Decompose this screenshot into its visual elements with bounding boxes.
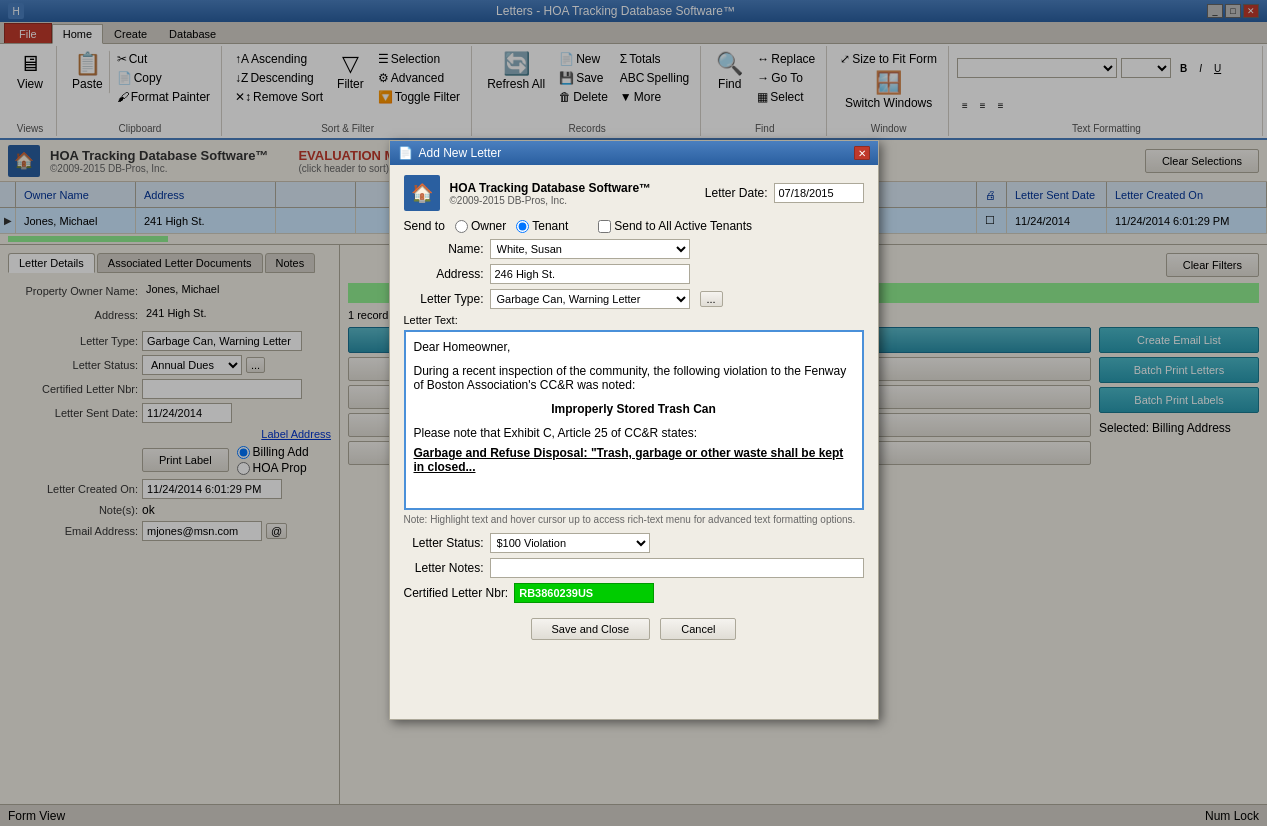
dialog-letter-status-select[interactable]: $100 Violation [490, 533, 650, 553]
letter-body2: Please note that Exhibit C, Article 25 o… [414, 426, 854, 440]
dialog-letter-notes-row: Letter Notes: [404, 558, 864, 578]
tenant-radio[interactable] [516, 220, 529, 233]
dialog-letter-notes-input[interactable] [490, 558, 864, 578]
letter-date-label: Letter Date: [705, 186, 768, 200]
letter-date-input[interactable] [774, 183, 864, 203]
dialog-name-row: Name: White, Susan [404, 239, 864, 259]
dialog-app-title: HOA Tracking Database Software™ [450, 181, 652, 195]
letter-violation: Improperly Stored Trash Can [414, 402, 854, 416]
owner-radio[interactable] [455, 220, 468, 233]
dialog-certified-row: Certified Letter Nbr: [404, 583, 864, 603]
letter-text-area[interactable]: Dear Homeowner, During a recent inspecti… [404, 330, 864, 510]
dialog-body: 🏠 HOA Tracking Database Software™ ©2009-… [390, 165, 878, 656]
dialog-app-header: 🏠 HOA Tracking Database Software™ ©2009-… [404, 175, 864, 211]
dialog-title-bar: 📄 Add New Letter ✕ [390, 141, 878, 165]
add-new-letter-dialog: 📄 Add New Letter ✕ 🏠 HOA Tracking Databa… [389, 140, 879, 720]
letter-text-hint: Note: Highlight text and hover cursor up… [404, 514, 864, 525]
dialog-close-btn[interactable]: ✕ [854, 146, 870, 160]
letter-salutation: Dear Homeowner, [414, 340, 854, 354]
dialog-letter-status-row: Letter Status: $100 Violation [404, 533, 864, 553]
dialog-overlay: 📄 Add New Letter ✕ 🏠 HOA Tracking Databa… [0, 0, 1267, 826]
letter-text-label: Letter Text: [404, 314, 864, 326]
tenant-radio-label[interactable]: Tenant [516, 219, 568, 233]
dialog-address-input[interactable] [490, 264, 690, 284]
letter-body1: During a recent inspection of the commun… [414, 364, 854, 392]
owner-radio-label[interactable]: Owner [455, 219, 506, 233]
dialog-icon: 📄 [398, 146, 413, 160]
cancel-btn[interactable]: Cancel [660, 618, 736, 640]
send-to-row: Send to Owner Tenant Send to All Active … [404, 219, 864, 233]
letter-body3: Garbage and Refuse Disposal: "Trash, gar… [414, 446, 854, 474]
dialog-app-sub: ©2009-2015 DB-Pros, Inc. [450, 195, 652, 206]
certified-input[interactable] [514, 583, 654, 603]
dialog-footer: Save and Close Cancel [404, 608, 864, 646]
letter-type-browse-btn[interactable]: ... [700, 291, 723, 307]
dialog-app-logo: 🏠 [404, 175, 440, 211]
send-all-tenants-checkbox[interactable] [598, 220, 611, 233]
save-and-close-btn[interactable]: Save and Close [531, 618, 651, 640]
send-all-tenants-label[interactable]: Send to All Active Tenants [598, 219, 752, 233]
name-select[interactable]: White, Susan [490, 239, 690, 259]
dialog-title: Add New Letter [419, 146, 502, 160]
dialog-address-row: Address: [404, 264, 864, 284]
letter-type-select[interactable]: Garbage Can, Warning Letter [490, 289, 690, 309]
dialog-letter-type-row: Letter Type: Garbage Can, Warning Letter… [404, 289, 864, 309]
